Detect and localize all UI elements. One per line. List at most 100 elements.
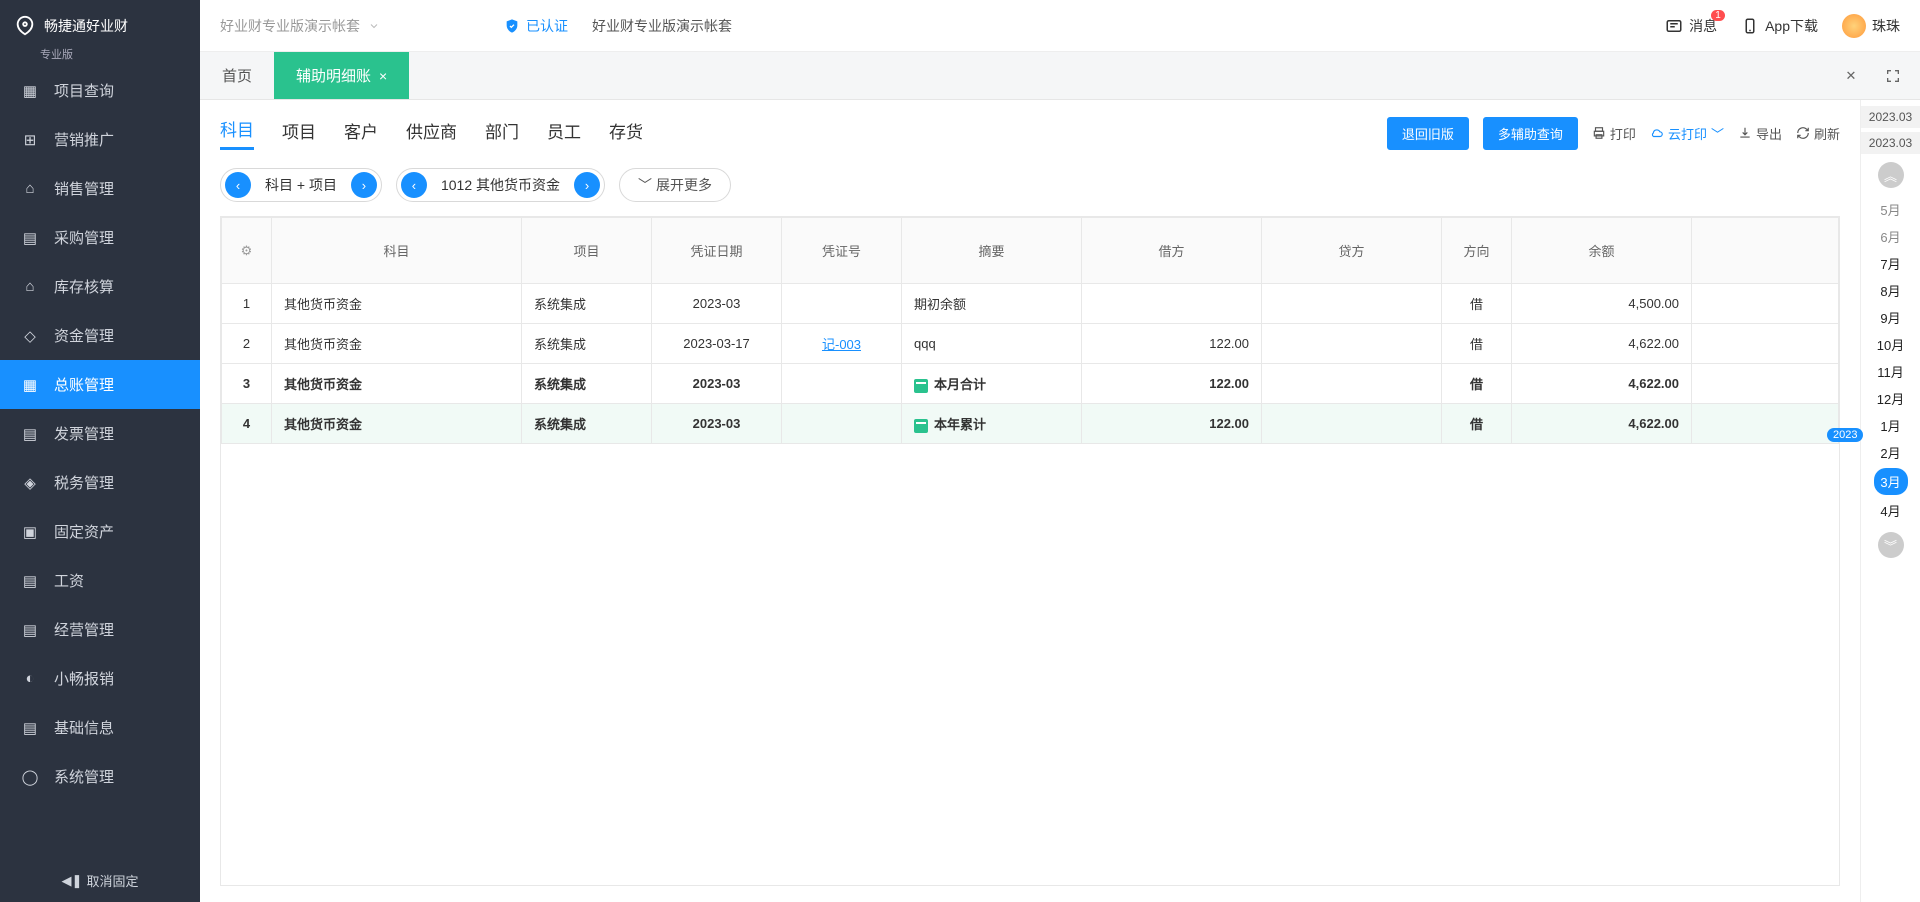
- chevron-down-icon: ﹀: [1711, 124, 1724, 143]
- phone-icon: [1741, 17, 1759, 35]
- rail-month[interactable]: 5月: [1874, 196, 1908, 223]
- rail-up-button[interactable]: ︽: [1878, 162, 1904, 188]
- back-old-button[interactable]: 退回旧版: [1387, 117, 1469, 150]
- rail-month[interactable]: 12月: [1874, 385, 1908, 412]
- user-menu[interactable]: 珠珠: [1842, 14, 1900, 38]
- rail-month[interactable]: 3月: [1874, 468, 1908, 495]
- table-row: 1其他货币资金系统集成2023-03期初余额借4,500.00: [222, 284, 1839, 324]
- print-icon: [1592, 126, 1606, 140]
- export-button[interactable]: 导出: [1738, 124, 1782, 143]
- sidebar-item-12[interactable]: ◐小畅报销: [0, 654, 200, 703]
- sidebar-item-1[interactable]: ⊞营销推广: [0, 115, 200, 164]
- date-rail: 2023.03 2023.03 ︽ 5月6月7月8月9月10月11月12月1月2…: [1860, 100, 1920, 902]
- rail-down-button[interactable]: ︾: [1878, 532, 1904, 558]
- th-extra: [1692, 218, 1839, 284]
- main: 好业财专业版演示帐套 已认证 好业财专业版演示帐套 消息 1 App下载 珠珠: [200, 0, 1920, 902]
- sidebar-item-7[interactable]: ▤发票管理: [0, 409, 200, 458]
- rail-month[interactable]: 4月: [1874, 497, 1908, 524]
- rail-month[interactable]: 6月: [1874, 223, 1908, 250]
- sidebar-item-label: 采购管理: [54, 227, 114, 248]
- rail-date-top1[interactable]: 2023.03: [1861, 106, 1920, 128]
- tab-current[interactable]: 辅助明细账 ×: [274, 52, 409, 99]
- sidebar-item-4[interactable]: ⌂库存核算: [0, 262, 200, 311]
- next-arrow-icon[interactable]: ›: [574, 172, 600, 198]
- sidebar-item-14[interactable]: ◯系统管理: [0, 752, 200, 801]
- message-icon: [1665, 17, 1683, 35]
- tab-home[interactable]: 首页: [200, 52, 274, 99]
- rail-month[interactable]: 9月: [1874, 304, 1908, 331]
- app-download-button[interactable]: App下载: [1741, 16, 1818, 36]
- rail-month[interactable]: 8月: [1874, 277, 1908, 304]
- cat-tab-3[interactable]: 供应商: [406, 118, 457, 149]
- th-voucher: 凭证号: [782, 218, 902, 284]
- sidebar-item-label: 经营管理: [54, 619, 114, 640]
- chevron-down-icon: ﹀: [638, 175, 652, 195]
- close-icon[interactable]: ×: [379, 68, 387, 84]
- cat-tab-5[interactable]: 员工: [547, 118, 581, 149]
- nav-icon: ▤: [20, 718, 40, 738]
- next-arrow-icon[interactable]: ›: [351, 172, 377, 198]
- account-selector[interactable]: 好业财专业版演示帐套: [220, 16, 480, 36]
- cloud-print-button[interactable]: 云打印 ﹀: [1650, 124, 1724, 143]
- sidebar-item-13[interactable]: ▤基础信息: [0, 703, 200, 752]
- sidebar-item-label: 发票管理: [54, 423, 114, 444]
- tab-close-button[interactable]: ✕: [1836, 61, 1866, 91]
- cat-tab-1[interactable]: 项目: [282, 118, 316, 149]
- sidebar-item-label: 销售管理: [54, 178, 114, 199]
- print-button[interactable]: 打印: [1592, 124, 1636, 143]
- nav-icon: ▤: [20, 620, 40, 640]
- refresh-button[interactable]: 刷新: [1796, 124, 1840, 143]
- sidebar-item-3[interactable]: ▤采购管理: [0, 213, 200, 262]
- message-count-badge: 1: [1711, 10, 1725, 21]
- sidebar-item-label: 税务管理: [54, 472, 114, 493]
- brand-edition: 专业版: [0, 46, 200, 62]
- th-date: 凭证日期: [652, 218, 782, 284]
- sidebar-item-5[interactable]: ◇资金管理: [0, 311, 200, 360]
- rail-date-top2[interactable]: 2023.03: [1861, 132, 1920, 154]
- ledger-table-wrap[interactable]: ⚙ 科目 项目 凭证日期 凭证号 摘要 借方 贷方 方向 余额 1其: [220, 216, 1840, 886]
- cat-tab-2[interactable]: 客户: [344, 118, 378, 149]
- expand-more-button[interactable]: ﹀ 展开更多: [619, 168, 731, 202]
- rail-month[interactable]: 10月: [1874, 331, 1908, 358]
- prev-arrow-icon[interactable]: ‹: [401, 172, 427, 198]
- calendar-icon: [914, 419, 928, 433]
- th-dir: 方向: [1442, 218, 1512, 284]
- th-debit: 借方: [1082, 218, 1262, 284]
- th-summary: 摘要: [902, 218, 1082, 284]
- sidebar-item-2[interactable]: ⌂销售管理: [0, 164, 200, 213]
- messages-button[interactable]: 消息 1: [1665, 16, 1717, 36]
- sidebar-item-8[interactable]: ◈税务管理: [0, 458, 200, 507]
- filter-account-pill[interactable]: ‹ 1012 其他货币资金 ›: [396, 168, 605, 202]
- sidebar: 畅捷通好业财 专业版 ▦项目查询⊞营销推广⌂销售管理▤采购管理⌂库存核算◇资金管…: [0, 0, 200, 902]
- sidebar-item-11[interactable]: ▤ 经营管理: [0, 605, 200, 654]
- filter-subject-pill[interactable]: ‹ 科目 + 项目 ›: [220, 168, 382, 202]
- nav-icon: ▣: [20, 522, 40, 542]
- rail-month[interactable]: 11月: [1874, 358, 1908, 385]
- content: 科目项目客户供应商部门员工存货 退回旧版 多辅助查询 打印 云打印 ﹀: [200, 100, 1860, 902]
- sidebar-item-label: 系统管理: [54, 766, 114, 787]
- sidebar-item-10[interactable]: ▤工资: [0, 556, 200, 605]
- fullscreen-button[interactable]: [1878, 61, 1908, 91]
- voucher-link[interactable]: 记-003: [822, 337, 861, 352]
- cat-tab-4[interactable]: 部门: [485, 118, 519, 149]
- topbar-title: 好业财专业版演示帐套: [592, 16, 732, 36]
- calendar-icon: [914, 379, 928, 393]
- ledger-table: ⚙ 科目 项目 凭证日期 凭证号 摘要 借方 贷方 方向 余额 1其: [221, 217, 1839, 444]
- multi-query-button[interactable]: 多辅助查询: [1483, 117, 1578, 150]
- rail-month[interactable]: 7月: [1874, 250, 1908, 277]
- shield-icon: [504, 18, 520, 34]
- sidebar-item-label: 总账管理: [54, 374, 114, 395]
- th-credit: 贷方: [1262, 218, 1442, 284]
- cloud-icon: [1650, 126, 1664, 140]
- cat-tab-0[interactable]: 科目: [220, 116, 254, 150]
- nav-icon: ▤: [20, 571, 40, 591]
- sidebar-item-9[interactable]: ▣固定资产: [0, 507, 200, 556]
- sidebar-unpin[interactable]: ◀❚ 取消固定: [0, 859, 200, 902]
- sidebar-item-0[interactable]: ▦项目查询: [0, 66, 200, 115]
- sidebar-item-6[interactable]: ▦总账管理: [0, 360, 200, 409]
- th-gear[interactable]: ⚙: [222, 218, 272, 284]
- prev-arrow-icon[interactable]: ‹: [225, 172, 251, 198]
- rail-month[interactable]: 1月: [1874, 412, 1908, 439]
- rail-month[interactable]: 2月: [1874, 439, 1908, 466]
- cat-tab-6[interactable]: 存货: [609, 118, 643, 149]
